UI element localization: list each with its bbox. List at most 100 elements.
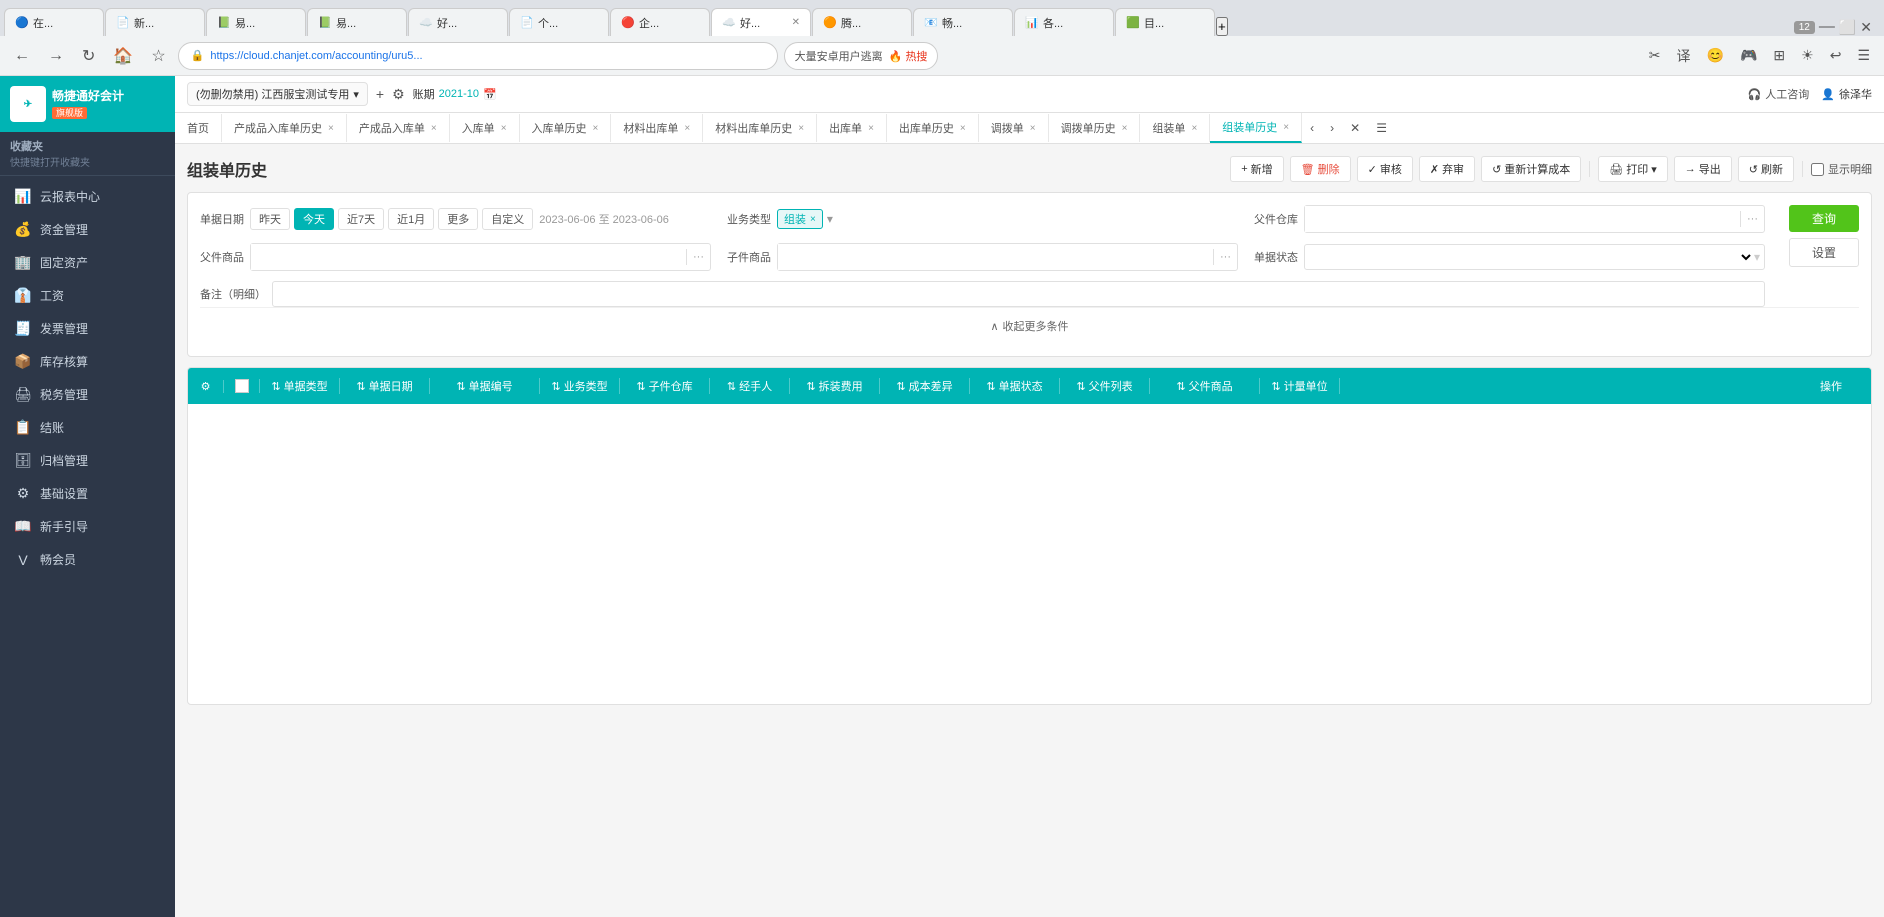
tab-inbound-history[interactable]: 入库单历史 ×: [520, 114, 612, 142]
browser-tab-8[interactable]: ☁️ 好... ✕: [711, 8, 811, 36]
month-btn[interactable]: 近1月: [388, 208, 434, 230]
th-parent-list[interactable]: ⇅ 父件列表: [1060, 378, 1150, 394]
sidebar-item-fixed-assets[interactable]: 🏢 固定资产: [0, 246, 175, 279]
theme-btn[interactable]: ☀: [1795, 42, 1820, 70]
browser-tab-1[interactable]: 🔵 在...: [4, 8, 104, 36]
tab-fg-history-close[interactable]: ×: [328, 123, 334, 134]
period-selector[interactable]: 账期 2021-10 📅: [413, 86, 497, 102]
tab-inbound-history-close[interactable]: ×: [593, 123, 599, 134]
tab-close-all[interactable]: ✕: [1342, 115, 1368, 141]
sidebar-item-guide[interactable]: 📖 新手引导: [0, 510, 175, 543]
tab-finished-goods-history[interactable]: 产成品入库单历史 ×: [222, 114, 347, 142]
browser-tab-4[interactable]: 📗 易...: [307, 8, 407, 36]
custom-btn[interactable]: 自定义: [482, 208, 533, 230]
service-btn[interactable]: 🎧 人工咨询: [1748, 86, 1810, 102]
browser-tab-9[interactable]: 🟠 腾...: [812, 8, 912, 36]
tab-transfer-hist-close[interactable]: ×: [1122, 123, 1128, 134]
tab-out-close[interactable]: ×: [868, 123, 874, 134]
browser-tab-2[interactable]: 📄 新...: [105, 8, 205, 36]
home-button[interactable]: 🏠: [107, 42, 139, 70]
more-btn[interactable]: 更多: [438, 208, 478, 230]
sidebar-item-reports[interactable]: 📊 云报表中心: [0, 180, 175, 213]
tab-material-outbound-history[interactable]: 材料出库单历史 ×: [703, 114, 817, 142]
child-goods-more-btn[interactable]: ···: [1213, 249, 1237, 265]
sidebar-item-funds[interactable]: 💰 资金管理: [0, 213, 175, 246]
minimize-btn[interactable]: —: [1819, 18, 1835, 36]
th-parent-goods[interactable]: ⇅ 父件商品: [1150, 378, 1260, 394]
notes-input[interactable]: [272, 281, 1765, 307]
tag-remove-btn[interactable]: ×: [810, 214, 816, 225]
th-order-no[interactable]: ⇅ 单据编号: [430, 378, 540, 394]
tab-finished-goods[interactable]: 产成品入库单 ×: [347, 114, 450, 142]
th-child-warehouse[interactable]: ⇅ 子件仓库: [620, 378, 710, 394]
close-btn[interactable]: ✕: [1860, 19, 1872, 36]
yesterday-btn[interactable]: 昨天: [250, 208, 290, 230]
print-button[interactable]: 🖨 打印 ▾: [1598, 156, 1668, 182]
tab-out-hist-close[interactable]: ×: [960, 123, 966, 134]
th-order-date[interactable]: ⇅ 单据日期: [340, 378, 430, 394]
back-button[interactable]: ←: [8, 43, 36, 69]
tab-assembly-history[interactable]: 组装单历史 ×: [1210, 113, 1302, 143]
browser-search-bar[interactable]: 大量安卓用户逃离 🔥 热搜: [784, 42, 939, 70]
user-info[interactable]: 👤 徐泽华: [1821, 86, 1872, 102]
browser-tab-11[interactable]: 📊 各...: [1014, 8, 1114, 36]
tab-transfer-history[interactable]: 调拨单历史 ×: [1049, 114, 1141, 142]
audit-button[interactable]: ✓ 审核: [1357, 156, 1413, 182]
maximize-btn[interactable]: ⬜: [1839, 19, 1856, 36]
recalculate-button[interactable]: ↺ 重新计算成本: [1481, 156, 1581, 182]
company-settings-btn[interactable]: ⚙: [392, 86, 405, 103]
tab-transfer[interactable]: 调拨单 ×: [979, 114, 1049, 142]
collapse-button[interactable]: ∧ 收起更多条件: [986, 314, 1072, 338]
th-order-type[interactable]: ⇅ 单据类型: [260, 378, 340, 394]
tab-outbound-history[interactable]: 出库单历史 ×: [887, 114, 979, 142]
tab-scroll-right[interactable]: ›: [1322, 115, 1342, 141]
display-toggle-checkbox[interactable]: [1811, 163, 1824, 176]
game-btn[interactable]: 🎮: [1734, 42, 1763, 70]
menu-btn[interactable]: ☰: [1851, 42, 1876, 70]
parent-goods-more-btn[interactable]: ···: [686, 249, 710, 265]
add-company-btn[interactable]: +: [376, 86, 384, 102]
tab-inbound-close[interactable]: ×: [501, 123, 507, 134]
tab-transfer-close[interactable]: ×: [1030, 123, 1036, 134]
th-settings[interactable]: ⚙: [188, 380, 224, 393]
week-btn[interactable]: 近7天: [338, 208, 384, 230]
th-business-type[interactable]: ⇅ 业务类型: [540, 378, 620, 394]
scissors-btn[interactable]: ✂: [1643, 42, 1667, 70]
sidebar-item-inventory[interactable]: 📦 库存核算: [0, 345, 175, 378]
today-btn[interactable]: 今天: [294, 208, 334, 230]
parent-warehouse-input[interactable]: [1305, 206, 1740, 232]
th-unit[interactable]: ⇅ 计量单位: [1260, 378, 1340, 394]
url-bar[interactable]: 🔒 https://cloud.chanjet.com/accounting/u…: [178, 42, 778, 70]
business-type-dropdown-icon[interactable]: ▾: [827, 212, 833, 226]
browser-tab-7[interactable]: 🔴 企...: [610, 8, 710, 36]
history-btn[interactable]: ↩: [1824, 42, 1848, 70]
browser-tab-3[interactable]: 📗 易...: [206, 8, 306, 36]
sidebar-item-checkout[interactable]: 📋 结账: [0, 411, 175, 444]
refresh-button[interactable]: ↺ 刷新: [1738, 156, 1794, 182]
tab-mat-out-hist-close[interactable]: ×: [798, 123, 804, 134]
tab-assembly[interactable]: 组装单 ×: [1140, 114, 1210, 142]
grid-btn[interactable]: ⊞: [1767, 42, 1791, 70]
sidebar-item-archive[interactable]: 🗄 归档管理: [0, 444, 175, 477]
parent-goods-input[interactable]: [251, 244, 686, 270]
th-disassembly-cost[interactable]: ⇅ 拆装费用: [790, 378, 880, 394]
th-checkbox[interactable]: [224, 379, 260, 393]
query-button[interactable]: 查询: [1789, 205, 1859, 232]
tab-home[interactable]: 首页: [175, 114, 222, 142]
abandon-button[interactable]: ✗ 弃审: [1419, 156, 1475, 182]
browser-tab-6[interactable]: 📄 个...: [509, 8, 609, 36]
tab-scroll-left[interactable]: ‹: [1302, 115, 1322, 141]
refresh-button[interactable]: ↻: [76, 42, 101, 70]
sidebar-item-membership[interactable]: V 畅会员: [0, 543, 175, 576]
translate-btn[interactable]: 译: [1671, 42, 1697, 70]
th-cost-diff[interactable]: ⇅ 成本差异: [880, 378, 970, 394]
bookmark-button[interactable]: ☆: [145, 42, 171, 70]
delete-button[interactable]: 🗑 删除: [1290, 156, 1351, 182]
th-handler[interactable]: ⇅ 经手人: [710, 378, 790, 394]
th-order-status[interactable]: ⇅ 单据状态: [970, 378, 1060, 394]
tab-fg-close[interactable]: ×: [431, 123, 437, 134]
new-tab-button[interactable]: +: [1216, 17, 1228, 36]
tab-inbound[interactable]: 入库单 ×: [450, 114, 520, 142]
display-toggle-label[interactable]: 显示明细: [1811, 161, 1872, 177]
tab-mat-out-close[interactable]: ×: [684, 123, 690, 134]
